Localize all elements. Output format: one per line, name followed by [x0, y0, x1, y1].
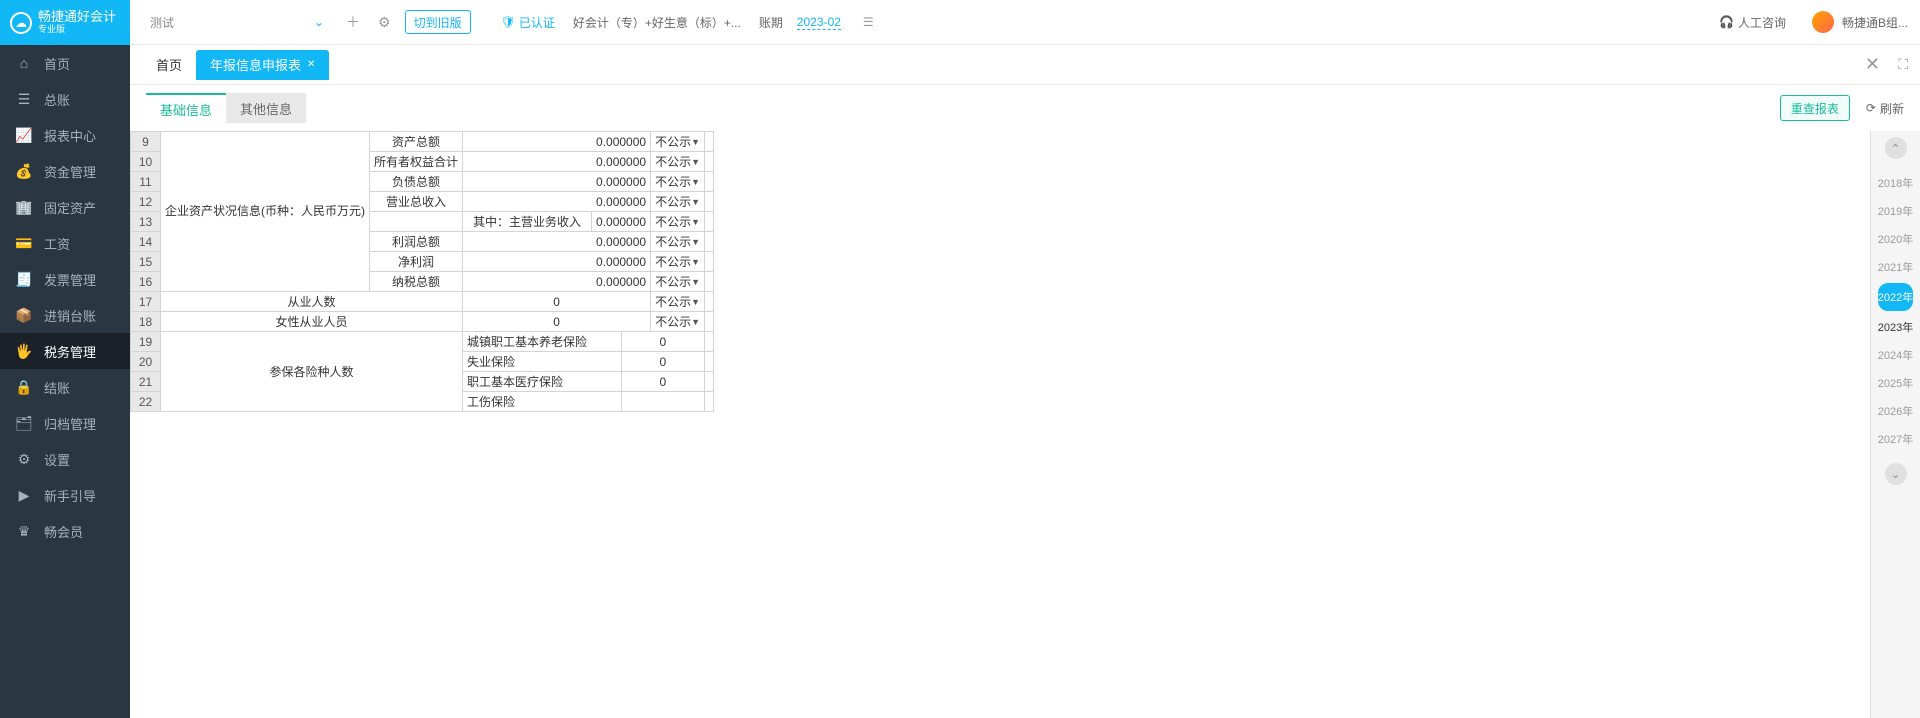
- chevron-down-icon: ▼: [691, 197, 700, 207]
- subtab-other[interactable]: 其他信息: [226, 93, 306, 123]
- reset-report-button[interactable]: 重查报表: [1780, 95, 1850, 121]
- spreadsheet[interactable]: 9企业资产状况信息(币种：人民币万元)资产总额0.000000不公示▼10所有者…: [130, 131, 1870, 718]
- chevron-down-icon: ▼: [691, 217, 700, 227]
- gear-icon[interactable]: ⚙: [374, 10, 395, 35]
- subtab-row: 基础信息 其他信息 重查报表 ⟳ 刷新: [130, 85, 1920, 131]
- nav-item-6[interactable]: 🧾发票管理: [0, 261, 130, 297]
- certified-badge: 🛡 已认证: [501, 14, 555, 31]
- nav-icon: 🧾: [16, 271, 32, 287]
- nav-icon: 💳: [16, 235, 32, 251]
- tabs-close-all[interactable]: ✕: [1865, 54, 1880, 75]
- chevron-down-icon: ▼: [691, 157, 700, 167]
- chevron-down-icon: ▼: [691, 177, 700, 187]
- year-2025年[interactable]: 2025年: [1874, 369, 1917, 397]
- subtab-basic[interactable]: 基础信息: [146, 93, 226, 123]
- brand-logo: ☁ 畅捷通好会计 专业版: [0, 0, 130, 45]
- refresh-icon: ⟳: [1866, 101, 1876, 115]
- nav-icon: 🖐: [16, 343, 32, 359]
- dropdown[interactable]: 不公示▼: [655, 273, 700, 290]
- support-link[interactable]: 🎧 人工咨询: [1719, 14, 1786, 31]
- nav-item-8[interactable]: 🖐税务管理: [0, 333, 130, 369]
- nav-item-9[interactable]: 🔒结账: [0, 369, 130, 405]
- dropdown[interactable]: 不公示▼: [655, 193, 700, 210]
- dropdown[interactable]: 不公示▼: [655, 293, 700, 310]
- dropdown[interactable]: 不公示▼: [655, 133, 700, 150]
- year-2018年[interactable]: 2018年: [1874, 169, 1917, 197]
- headset-icon: 🎧: [1719, 15, 1734, 29]
- nav-icon: 💰: [16, 163, 32, 179]
- year-2027年[interactable]: 2027年: [1874, 425, 1917, 453]
- tab-annual-report[interactable]: 年报信息申报表 ✕: [196, 50, 329, 80]
- add-icon[interactable]: ＋: [342, 8, 364, 36]
- dropdown[interactable]: 不公示▼: [655, 313, 700, 330]
- tabs-row: 首页 年报信息申报表 ✕ ✕ ⛶: [130, 45, 1920, 85]
- brand-sub: 专业版: [38, 25, 116, 35]
- nav-item-3[interactable]: 💰资金管理: [0, 153, 130, 189]
- refresh-button[interactable]: ⟳ 刷新: [1866, 100, 1904, 117]
- switch-old-button[interactable]: 切到旧版: [405, 10, 471, 34]
- nav-item-7[interactable]: 📦进销台账: [0, 297, 130, 333]
- nav-item-1[interactable]: ☰总账: [0, 81, 130, 117]
- dropdown-icon[interactable]: ☰: [863, 15, 874, 29]
- nav-item-11[interactable]: ⚙设置: [0, 441, 130, 477]
- year-panel: ⌃ 2018年2019年2020年2021年2022年2023年2024年202…: [1870, 131, 1920, 718]
- year-2021年[interactable]: 2021年: [1874, 253, 1917, 281]
- nav-icon: ⌂: [16, 55, 32, 71]
- nav-item-12[interactable]: ▶新手引导: [0, 477, 130, 513]
- tab-home[interactable]: 首页: [142, 50, 196, 80]
- year-2019年[interactable]: 2019年: [1874, 197, 1917, 225]
- user-menu[interactable]: 畅捷通B组...: [1812, 11, 1908, 33]
- period-label: 账期: [759, 14, 783, 31]
- nav-item-0[interactable]: ⌂首页: [0, 45, 130, 81]
- chevron-down-icon: ▼: [691, 137, 700, 147]
- close-icon[interactable]: ✕: [307, 59, 315, 70]
- chevron-down-icon: ▼: [691, 237, 700, 247]
- entity-selector[interactable]: 测试 ⌄: [142, 8, 332, 36]
- fullscreen-icon[interactable]: ⛶: [1898, 56, 1908, 73]
- chevron-down-icon: ▼: [691, 297, 700, 307]
- nav-icon: ♛: [16, 523, 32, 539]
- plan-label: 好会计（专）+好生意（标）+...: [573, 14, 741, 31]
- nav-icon: ☰: [16, 91, 32, 107]
- nav-icon: ⚙: [16, 451, 32, 467]
- dropdown[interactable]: 不公示▼: [655, 173, 700, 190]
- chevron-down-icon: ▼: [691, 257, 700, 267]
- chevron-down-icon: ⌄: [314, 15, 324, 29]
- dropdown[interactable]: 不公示▼: [655, 213, 700, 230]
- nav-item-4[interactable]: 🏢固定资产: [0, 189, 130, 225]
- nav-item-13[interactable]: ♛畅会员: [0, 513, 130, 549]
- dropdown[interactable]: 不公示▼: [655, 253, 700, 270]
- nav-icon: 📦: [16, 307, 32, 323]
- year-up-button[interactable]: ⌃: [1885, 137, 1907, 159]
- nav-icon: 🔒: [16, 379, 32, 395]
- year-2022年[interactable]: 2022年: [1878, 283, 1913, 311]
- dropdown[interactable]: 不公示▼: [655, 153, 700, 170]
- dropdown[interactable]: 不公示▼: [655, 233, 700, 250]
- year-down-button[interactable]: ⌄: [1885, 463, 1907, 485]
- year-2026年[interactable]: 2026年: [1874, 397, 1917, 425]
- nav-icon: 📈: [16, 127, 32, 143]
- brand-name: 畅捷通好会计: [38, 10, 116, 24]
- nav-icon: 🗂: [16, 415, 32, 431]
- year-2020年[interactable]: 2020年: [1874, 225, 1917, 253]
- year-2024年[interactable]: 2024年: [1874, 341, 1917, 369]
- chevron-down-icon: ▼: [691, 317, 700, 327]
- nav-icon: ▶: [16, 487, 32, 503]
- avatar: [1812, 11, 1834, 33]
- nav-item-10[interactable]: 🗂归档管理: [0, 405, 130, 441]
- nav-item-2[interactable]: 📈报表中心: [0, 117, 130, 153]
- topbar: 测试 ⌄ ＋ ⚙ 切到旧版 🛡 已认证 好会计（专）+好生意（标）+... 账期…: [130, 0, 1920, 45]
- period-picker[interactable]: 2023-02: [797, 15, 841, 30]
- nav-icon: 🏢: [16, 199, 32, 215]
- cloud-icon: ☁: [10, 12, 32, 34]
- sidebar: ☁ 畅捷通好会计 专业版 ⌂首页☰总账📈报表中心💰资金管理🏢固定资产💳工资🧾发票…: [0, 0, 130, 718]
- nav-item-5[interactable]: 💳工资: [0, 225, 130, 261]
- chevron-down-icon: ▼: [691, 277, 700, 287]
- year-2023年[interactable]: 2023年: [1874, 313, 1917, 341]
- entity-name: 测试: [150, 14, 174, 31]
- shield-icon: 🛡: [501, 15, 516, 29]
